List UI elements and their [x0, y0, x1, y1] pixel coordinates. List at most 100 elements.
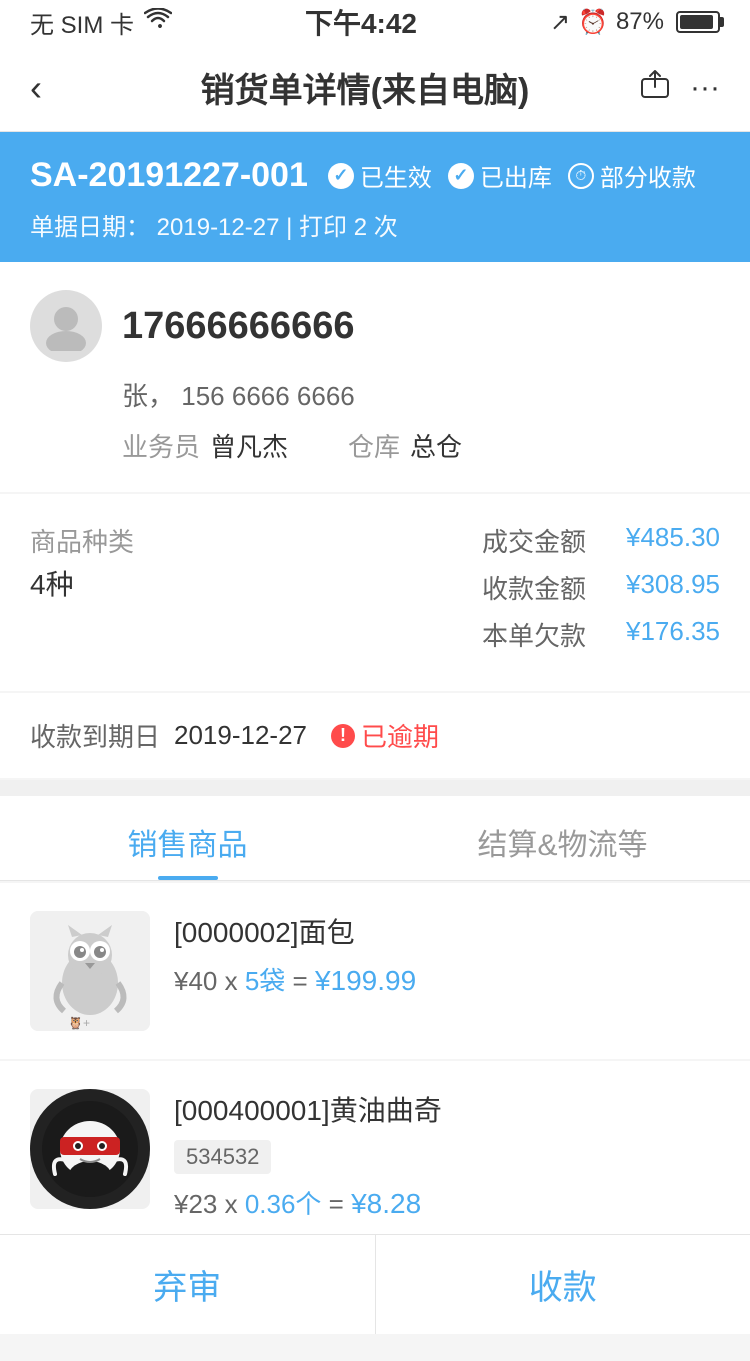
order-id: SA-20191227-001	[30, 156, 308, 195]
status-left: 无 SIM 卡	[30, 5, 172, 40]
status-right: ↗ ⏰ 87%	[550, 8, 720, 37]
share-button[interactable]	[640, 69, 670, 107]
debt-label: 本单欠款	[482, 616, 586, 653]
summary-left: 商品种类 4种	[30, 522, 134, 603]
kinds-value: 4种	[30, 563, 134, 603]
status-partial-label: 部分收款	[600, 158, 696, 193]
overdue-icon: !	[331, 724, 355, 748]
product-2-details: [000400001]黄油曲奇 534532 ¥23 x 0.36个 = ¥8.…	[174, 1089, 720, 1221]
customer-info: 张， 156 6666 6666	[30, 376, 720, 413]
due-label: 收款到期日	[30, 717, 160, 754]
kinds-label: 商品种类	[30, 522, 134, 559]
product-2-tag: 534532	[174, 1140, 271, 1174]
collect-label: 收款	[529, 1260, 597, 1309]
amount-label: 成交金额	[482, 522, 586, 559]
nav-bar: ‹ 销货单详情(来自电脑) ···	[0, 44, 750, 132]
product-2-image	[30, 1089, 150, 1209]
status-bar: 无 SIM 卡 下午4:42 ↗ ⏰ 87%	[0, 0, 750, 44]
reject-label: 弃审	[153, 1260, 221, 1309]
wifi-icon	[144, 8, 172, 37]
product-1-qty: 5袋	[245, 966, 285, 996]
product-item-2: [000400001]黄油曲奇 534532 ¥23 x 0.36个 = ¥8.…	[0, 1061, 750, 1249]
order-date: 2019-12-27	[157, 214, 280, 241]
overdue-badge: ! 已逾期	[331, 717, 439, 754]
tab-products[interactable]: 销售商品	[0, 796, 375, 880]
staff-label: 业务员	[122, 427, 200, 464]
time-label: 下午4:42	[305, 2, 417, 42]
received-row: 收款金额 ¥308.95	[482, 569, 720, 606]
status-partial: ⏱ 部分收款	[568, 158, 696, 193]
tab-indicator	[158, 876, 218, 880]
battery-fill	[680, 15, 713, 29]
order-banner: SA-20191227-001 ✓ 已生效 ✓ 已出库 ⏱ 部分收款 单据日期：…	[0, 132, 750, 262]
order-banner-top: SA-20191227-001 ✓ 已生效 ✓ 已出库 ⏱ 部分收款	[30, 156, 720, 195]
product-1-total: ¥199.99	[315, 965, 416, 996]
customer-alt-phone: 156 6666 6666	[181, 381, 355, 411]
amount-row: 成交金额 ¥485.30	[482, 522, 720, 559]
location-icon: ↗	[550, 8, 570, 37]
tab-settlement[interactable]: 结算&物流等	[375, 796, 750, 880]
overdue-label: 已逾期	[361, 717, 439, 754]
tab-settlement-label: 结算&物流等	[477, 820, 647, 864]
customer-detail-row: 业务员 曾凡杰 仓库 总仓	[30, 427, 720, 464]
order-status-badges: ✓ 已生效 ✓ 已出库 ⏱ 部分收款	[328, 158, 696, 193]
print-suffix: 次	[374, 214, 398, 241]
product-2-total: ¥8.28	[351, 1188, 421, 1219]
page-title: 销货单详情(来自电脑)	[201, 63, 530, 112]
product-2-name: [000400001]黄油曲奇	[174, 1089, 720, 1129]
product-2-img-bg	[30, 1089, 150, 1209]
warehouse-info: 仓库 总仓	[348, 427, 462, 464]
more-button[interactable]: ···	[690, 71, 720, 105]
summary-section: 商品种类 4种 成交金额 ¥485.30 收款金额 ¥308.95 本单欠款 ¥…	[0, 494, 750, 691]
clock-icon: ⏱	[568, 163, 594, 189]
alarm-icon: ⏰	[578, 8, 608, 37]
battery-percent: 87%	[616, 8, 664, 36]
product-1-price: ¥40 x 5袋 = ¥199.99	[174, 961, 720, 998]
due-section: 收款到期日 2019-12-27 ! 已逾期	[0, 693, 750, 778]
print-count: 2	[354, 214, 367, 241]
product-2-price: ¥23 x 0.36个 = ¥8.28	[174, 1184, 720, 1221]
check-icon: ✓	[328, 163, 354, 189]
product-1-details: [0000002]面包 ¥40 x 5袋 = ¥199.99	[174, 911, 720, 998]
product-1-name: [0000002]面包	[174, 911, 720, 951]
status-shipped: ✓ 已出库	[448, 158, 552, 193]
product-item: 🦉+ [0000002]面包 ¥40 x 5袋 = ¥199.99	[0, 883, 750, 1059]
product-2-qty: 0.36个	[245, 1189, 322, 1219]
debt-row: 本单欠款 ¥176.35	[482, 616, 720, 653]
svg-text:🦉+: 🦉+	[68, 1016, 90, 1030]
order-date-info: 单据日期： 2019-12-27 | 打印 2 次	[30, 207, 720, 242]
tab-products-label: 销售商品	[128, 820, 248, 864]
battery-icon	[676, 11, 720, 33]
tabs-container: 销售商品 结算&物流等	[0, 796, 750, 881]
nav-actions: ···	[640, 69, 720, 107]
bottom-bar: 弃审 收款	[0, 1234, 750, 1334]
summary-right: 成交金额 ¥485.30 收款金额 ¥308.95 本单欠款 ¥176.35	[482, 522, 720, 663]
warehouse-name: 总仓	[410, 427, 462, 464]
collect-payment-button[interactable]: 收款	[376, 1235, 750, 1334]
status-effective: ✓ 已生效	[328, 158, 432, 193]
customer-section: 17666666666 张， 156 6666 6666 业务员 曾凡杰 仓库 …	[0, 262, 750, 492]
carrier-label: 无 SIM 卡	[30, 5, 134, 40]
customer-row: 17666666666	[30, 290, 720, 362]
customer-phone: 17666666666	[122, 305, 354, 348]
debt-value: ¥176.35	[626, 616, 720, 653]
warehouse-label: 仓库	[348, 427, 400, 464]
date-label: 单据日期：	[30, 214, 150, 241]
print-separator: | 打印	[286, 214, 347, 241]
staff-name: 曾凡杰	[210, 427, 288, 464]
gray-separator	[0, 780, 750, 796]
status-shipped-label: 已出库	[480, 158, 552, 193]
received-value: ¥308.95	[626, 569, 720, 606]
product-list: 🦉+ [0000002]面包 ¥40 x 5袋 = ¥199.99	[0, 883, 750, 1249]
due-date: 2019-12-27	[174, 720, 307, 751]
amount-value: ¥485.30	[626, 522, 720, 559]
reject-button[interactable]: 弃审	[0, 1235, 376, 1334]
status-effective-label: 已生效	[360, 158, 432, 193]
received-label: 收款金额	[482, 569, 586, 606]
staff-info: 业务员 曾凡杰	[122, 427, 288, 464]
check-icon-2: ✓	[448, 163, 474, 189]
back-button[interactable]: ‹	[30, 67, 90, 109]
customer-name-text: 张	[122, 381, 148, 411]
avatar	[30, 290, 102, 362]
product-1-image: 🦉+	[30, 911, 150, 1031]
